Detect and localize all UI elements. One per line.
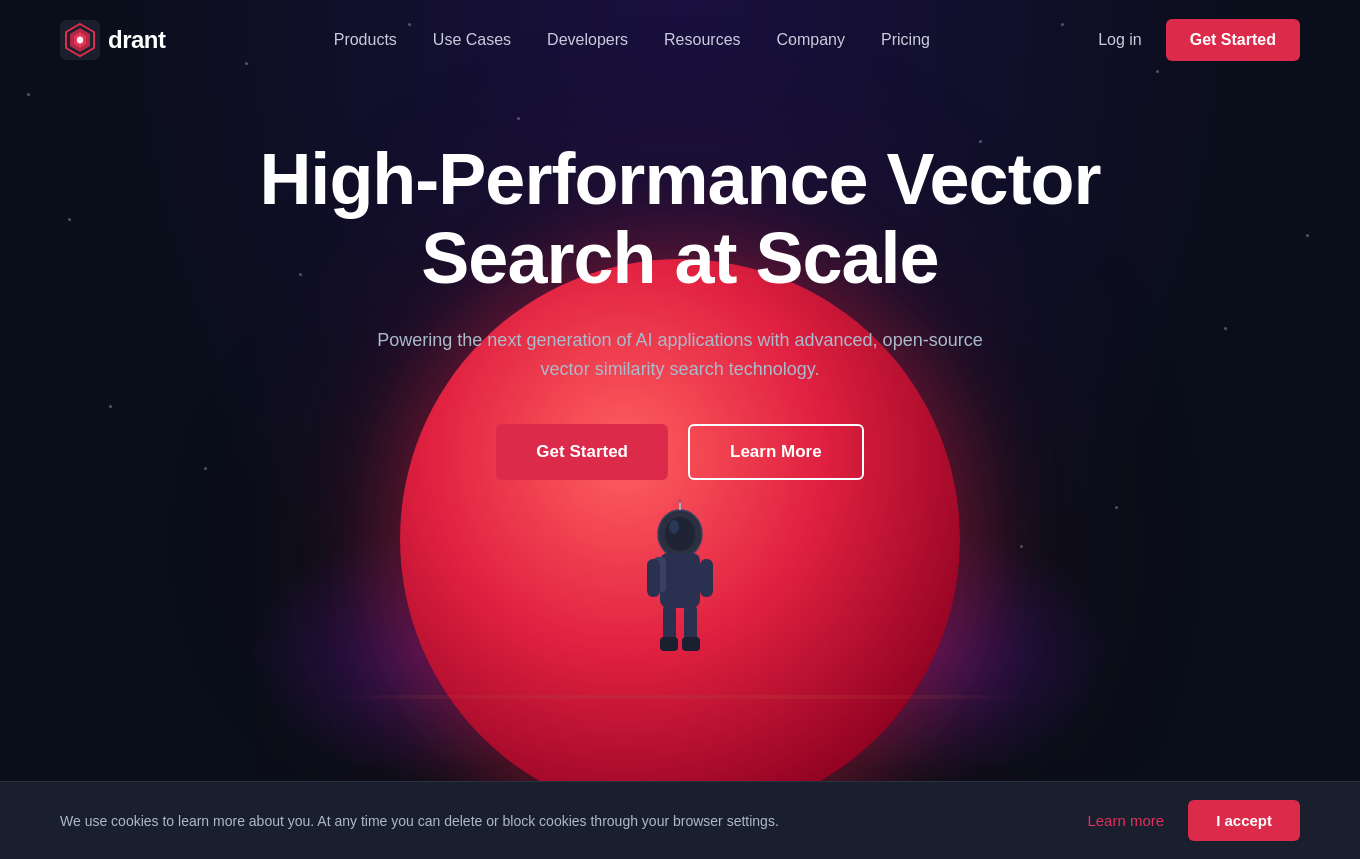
svg-rect-13 [660,637,678,651]
get-started-button[interactable]: Get Started [496,424,668,480]
logo[interactable]: drant [60,20,166,60]
nav-actions: Log in Get Started [1098,19,1300,61]
nav-link-developers[interactable]: Developers [547,31,628,49]
logo-icon [60,20,100,60]
svg-rect-14 [682,637,700,651]
hero-title: High-Performance Vector Search at Scale [250,140,1110,298]
logo-text: drant [108,26,166,54]
hero-subtitle: Powering the next generation of AI appli… [370,326,990,384]
get-started-button-nav[interactable]: Get Started [1166,19,1300,61]
svg-point-6 [665,517,695,551]
nav-link-products[interactable]: Products [334,31,397,49]
nav-links: Products Use Cases Developers Resources … [334,31,930,49]
learn-more-button[interactable]: Learn More [688,424,864,480]
svg-point-17 [669,520,679,534]
cookie-banner: We use cookies to learn more about you. … [0,781,1360,859]
hero-section: High-Performance Vector Search at Scale … [0,80,1360,480]
cookie-message: We use cookies to learn more about you. … [60,813,1087,829]
nav-link-use-cases[interactable]: Use Cases [433,31,511,49]
svg-rect-10 [700,559,713,597]
cookie-learn-more-link[interactable]: Learn more [1087,812,1164,829]
cookie-accept-button[interactable]: I accept [1188,800,1300,841]
nav-link-resources[interactable]: Resources [664,31,740,49]
ground-line [330,695,1030,699]
astronaut [640,499,720,659]
svg-rect-9 [647,559,660,597]
hero-scene [330,439,1030,779]
cookie-actions: Learn more I accept [1087,800,1300,841]
navbar: drant Products Use Cases Developers Reso… [0,0,1360,80]
nav-link-pricing[interactable]: Pricing [881,31,930,49]
nav-link-company[interactable]: Company [777,31,845,49]
svg-point-16 [678,499,682,503]
hero-buttons: Get Started Learn More [0,424,1360,480]
login-link[interactable]: Log in [1098,31,1142,49]
